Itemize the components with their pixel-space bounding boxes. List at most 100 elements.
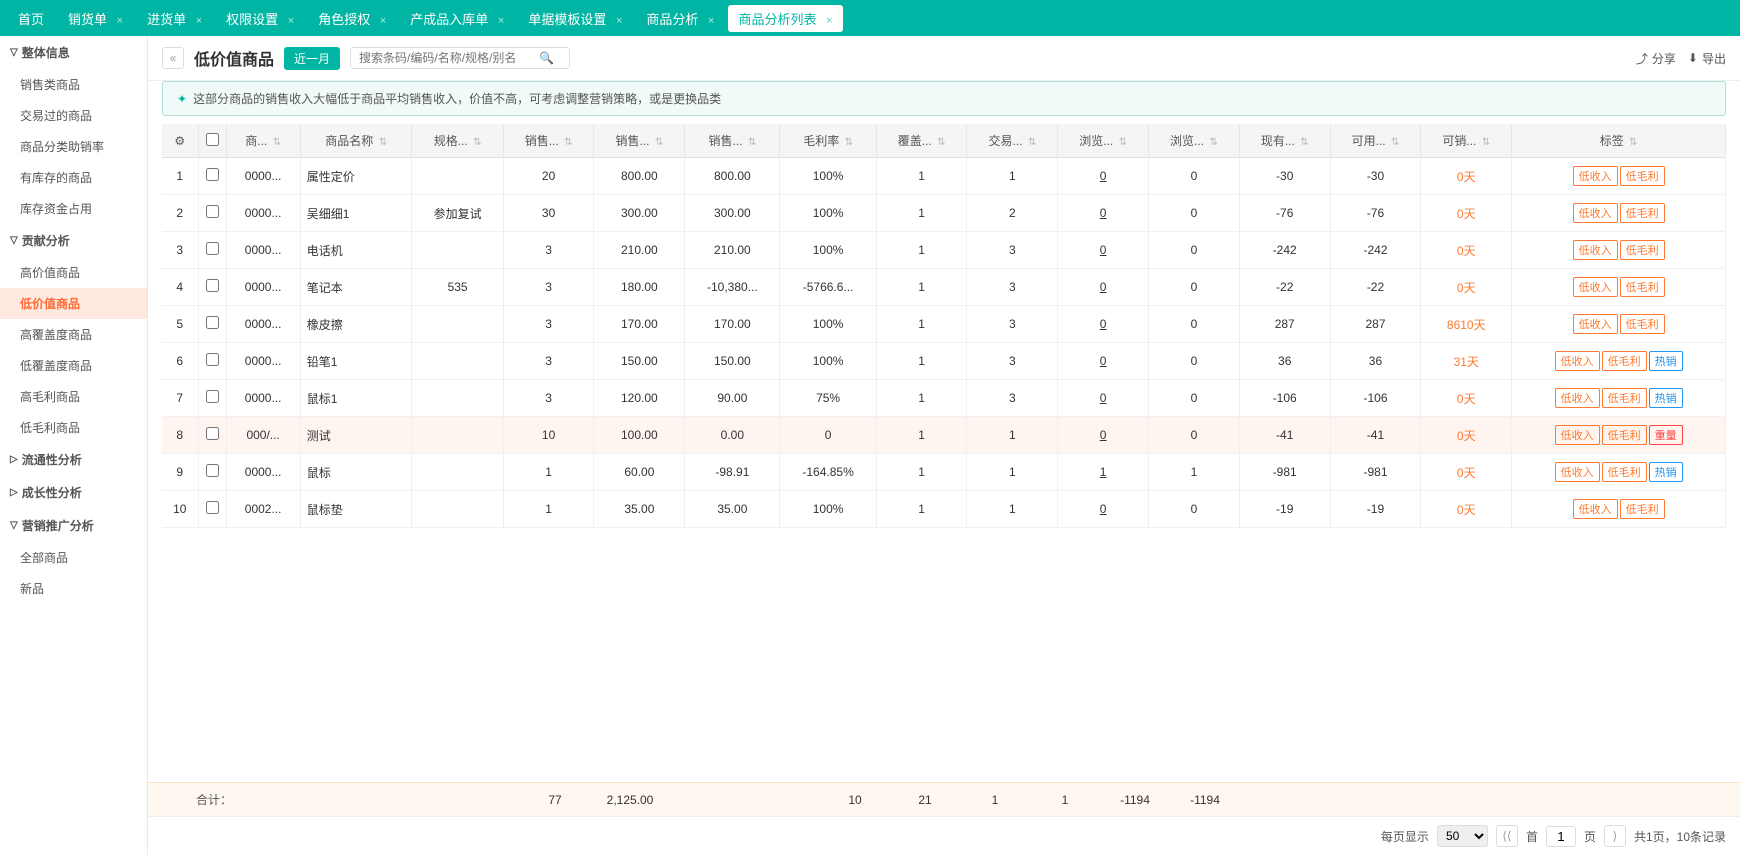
col-code[interactable]: 商... ⇅	[226, 124, 300, 158]
col-coverage[interactable]: 覆盖... ⇅	[876, 124, 967, 158]
close-icon[interactable]: ×	[826, 15, 832, 27]
nav-product-analysis[interactable]: 商品分析 ×	[636, 5, 724, 32]
views-link[interactable]: 0	[1100, 317, 1107, 331]
sidebar-group-growth[interactable]: ▷成长性分析	[0, 476, 147, 509]
close-icon[interactable]: ×	[498, 15, 504, 27]
share-button[interactable]: ⤴ 分享	[1636, 50, 1676, 67]
row-views1[interactable]: 0	[1058, 380, 1149, 417]
export-button[interactable]: ⬇ 导出	[1688, 50, 1726, 67]
col-settings[interactable]: ⚙	[162, 124, 198, 158]
nav-purchase-order[interactable]: 进货单 ×	[137, 5, 212, 32]
col-sellable[interactable]: 可销... ⇅	[1421, 124, 1512, 158]
sidebar-item-high-value[interactable]: 高价值商品	[0, 257, 147, 288]
row-views1[interactable]: 0	[1058, 232, 1149, 269]
table-row[interactable]: 4 0000... 笔记本 535 3 180.00 -10,380... -5…	[162, 269, 1726, 306]
table-container[interactable]: ⚙ 商... ⇅ 商品名称 ⇅ 规格... ⇅ 销售... ⇅ 销售... ⇅ …	[148, 124, 1740, 782]
row-select-checkbox[interactable]	[206, 279, 219, 292]
row-select-checkbox[interactable]	[206, 427, 219, 440]
table-row[interactable]: 8 000/... 测试 10 100.00 0.00 0 1 1 0 0 -4…	[162, 417, 1726, 454]
col-sales-qty[interactable]: 销售... ⇅	[503, 124, 594, 158]
col-views2[interactable]: 浏览... ⇅	[1149, 124, 1240, 158]
nav-sales-order[interactable]: 销货单 ×	[58, 5, 133, 32]
row-select-checkbox[interactable]	[206, 390, 219, 403]
sidebar-item-stock-capital[interactable]: 库存资金占用	[0, 193, 147, 224]
table-row[interactable]: 3 0000... 电话机 3 210.00 210.00 100% 1 3 0…	[162, 232, 1726, 269]
close-icon[interactable]: ×	[616, 15, 622, 27]
sidebar-group-circulation[interactable]: ▷流通性分析	[0, 443, 147, 476]
row-checkbox[interactable]	[198, 306, 226, 343]
sidebar-item-traded-products[interactable]: 交易过的商品	[0, 100, 147, 131]
nav-permissions[interactable]: 权限设置 ×	[216, 5, 304, 32]
sidebar-item-low-coverage[interactable]: 低覆盖度商品	[0, 350, 147, 381]
sidebar-collapse-button[interactable]: «	[162, 47, 184, 69]
next-page-button[interactable]: ⟩	[1604, 825, 1626, 847]
table-row[interactable]: 7 0000... 鼠标1 3 120.00 90.00 75% 1 3 0 0…	[162, 380, 1726, 417]
nav-home[interactable]: 首页	[8, 5, 54, 32]
views-link[interactable]: 0	[1100, 169, 1107, 183]
row-select-checkbox[interactable]	[206, 353, 219, 366]
row-select-checkbox[interactable]	[206, 464, 219, 477]
row-select-checkbox[interactable]	[206, 501, 219, 514]
row-select-checkbox[interactable]	[206, 316, 219, 329]
sidebar-item-all-products[interactable]: 全部商品	[0, 542, 147, 573]
table-row[interactable]: 5 0000... 橡皮擦 3 170.00 170.00 100% 1 3 0…	[162, 306, 1726, 343]
sidebar-item-new-products[interactable]: 新品	[0, 573, 147, 604]
sidebar-item-low-margin[interactable]: 低毛利商品	[0, 412, 147, 443]
row-checkbox[interactable]	[198, 343, 226, 380]
views-link[interactable]: 0	[1100, 502, 1107, 516]
row-views1[interactable]: 0	[1058, 158, 1149, 195]
col-sales-price[interactable]: 销售... ⇅	[594, 124, 685, 158]
row-checkbox[interactable]	[198, 269, 226, 306]
row-views1[interactable]: 0	[1058, 417, 1149, 454]
col-views1[interactable]: 浏览... ⇅	[1058, 124, 1149, 158]
close-icon[interactable]: ×	[196, 15, 202, 27]
row-checkbox[interactable]	[198, 380, 226, 417]
close-icon[interactable]: ×	[380, 15, 386, 27]
row-views1[interactable]: 1	[1058, 454, 1149, 491]
search-icon[interactable]: 🔍	[539, 51, 554, 65]
row-select-checkbox[interactable]	[206, 168, 219, 181]
sidebar-item-category-rate[interactable]: 商品分类助销率	[0, 131, 147, 162]
row-checkbox[interactable]	[198, 491, 226, 528]
col-spec[interactable]: 规格... ⇅	[412, 124, 503, 158]
views-link[interactable]: 0	[1100, 354, 1107, 368]
col-current[interactable]: 现有... ⇅	[1239, 124, 1330, 158]
sidebar-item-low-value[interactable]: 低价值商品	[0, 288, 147, 319]
table-row[interactable]: 10 0002... 鼠标垫 1 35.00 35.00 100% 1 1 0 …	[162, 491, 1726, 528]
sidebar-group-contribution[interactable]: ▽贡献分析	[0, 224, 147, 257]
views-link[interactable]: 1	[1100, 465, 1107, 479]
row-views1[interactable]: 0	[1058, 195, 1149, 232]
sidebar-item-high-margin[interactable]: 高毛利商品	[0, 381, 147, 412]
col-sales-amount[interactable]: 销售... ⇅	[685, 124, 780, 158]
row-views1[interactable]: 0	[1058, 269, 1149, 306]
col-tags[interactable]: 标签 ⇅	[1512, 124, 1726, 158]
col-margin[interactable]: 毛利率 ⇅	[780, 124, 876, 158]
table-row[interactable]: 2 0000... 吴细细1 参加复试 30 300.00 300.00 100…	[162, 195, 1726, 232]
col-transactions[interactable]: 交易... ⇅	[967, 124, 1058, 158]
row-select-checkbox[interactable]	[206, 242, 219, 255]
nav-product-analysis-list[interactable]: 商品分析列表 ×	[728, 5, 842, 32]
sidebar-item-stocked-products[interactable]: 有库存的商品	[0, 162, 147, 193]
nav-product-in[interactable]: 产成品入库单 ×	[400, 5, 514, 32]
sidebar-group-marketing[interactable]: ▽营销推广分析	[0, 509, 147, 542]
close-icon[interactable]: ×	[708, 15, 714, 27]
page-size-select[interactable]: 50 100 200	[1437, 825, 1488, 847]
views-link[interactable]: 0	[1100, 428, 1107, 442]
views-link[interactable]: 0	[1100, 206, 1107, 220]
nav-role-auth[interactable]: 角色授权 ×	[308, 5, 396, 32]
row-checkbox[interactable]	[198, 232, 226, 269]
page-input[interactable]	[1546, 826, 1576, 847]
row-select-checkbox[interactable]	[206, 205, 219, 218]
table-row[interactable]: 9 0000... 鼠标 1 60.00 -98.91 -164.85% 1 1…	[162, 454, 1726, 491]
views-link[interactable]: 0	[1100, 391, 1107, 405]
col-checkbox[interactable]	[198, 124, 226, 158]
row-checkbox[interactable]	[198, 195, 226, 232]
select-all-checkbox[interactable]	[206, 133, 219, 146]
table-row[interactable]: 6 0000... 铅笔1 3 150.00 150.00 100% 1 3 0…	[162, 343, 1726, 380]
sidebar-group-overall[interactable]: ▽整体信息	[0, 36, 147, 69]
col-available[interactable]: 可用... ⇅	[1330, 124, 1421, 158]
close-icon[interactable]: ×	[117, 15, 123, 27]
row-views1[interactable]: 0	[1058, 343, 1149, 380]
row-views1[interactable]: 0	[1058, 306, 1149, 343]
sidebar-item-high-coverage[interactable]: 高覆盖度商品	[0, 319, 147, 350]
